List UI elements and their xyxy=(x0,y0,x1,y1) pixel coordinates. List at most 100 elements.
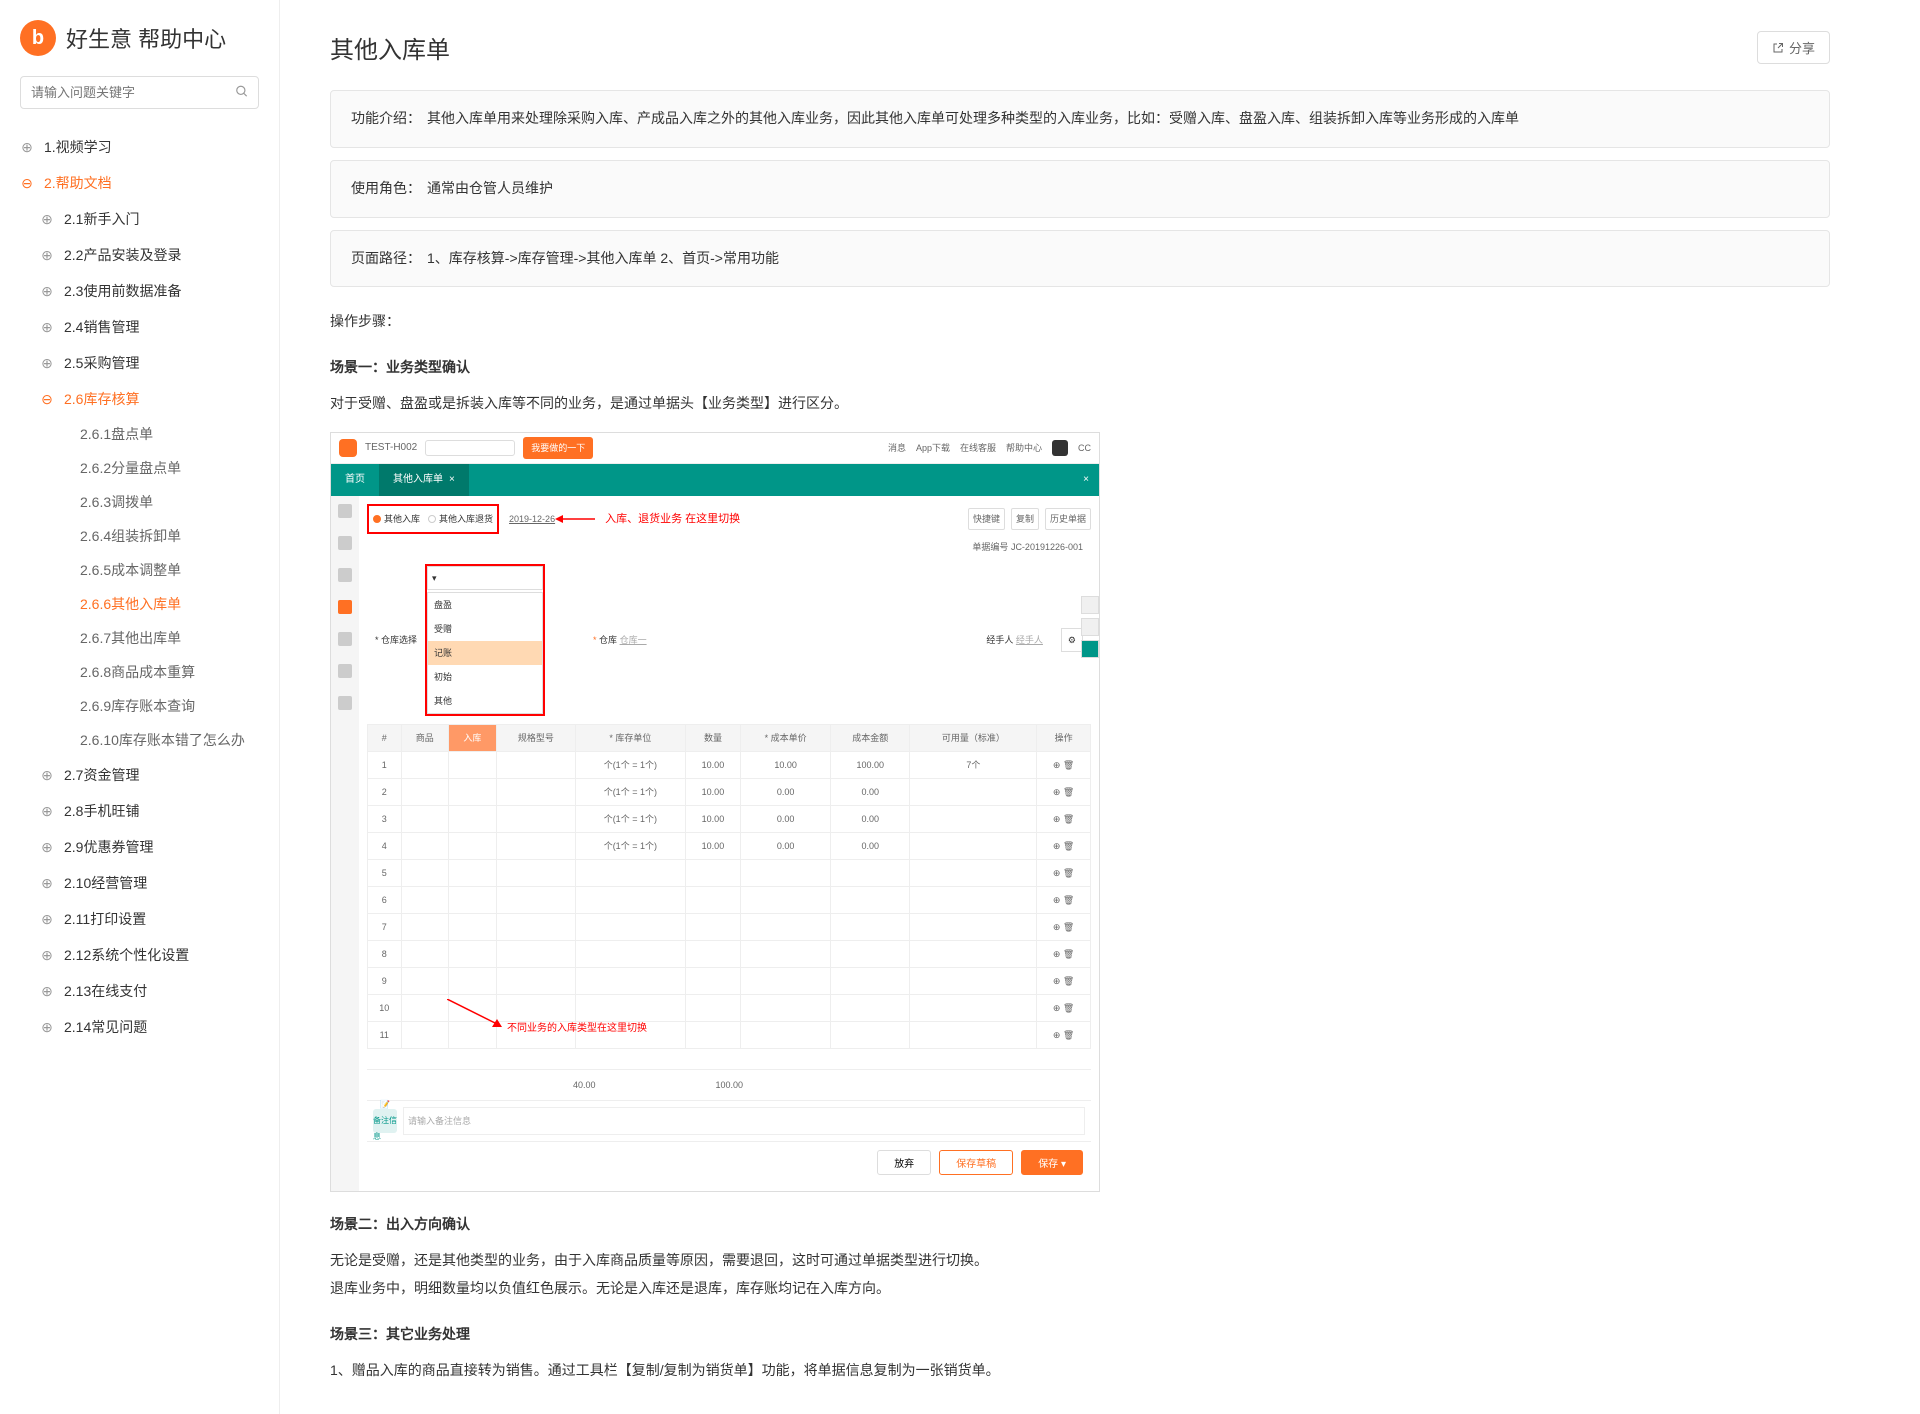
emb-body: 其他入库 其他入库退货 2019-12-26 入库、退货业务 在这里切换 快捷键… xyxy=(331,496,1099,1191)
remark-icon: 📝备注信息 xyxy=(373,1109,397,1133)
scene3-title: 场景三：其它业务处理 xyxy=(330,1320,1830,1348)
nav-item-video[interactable]: ⊕1.视频学习 xyxy=(20,129,259,165)
nav-item-2-1[interactable]: ⊕2.1新手入门 xyxy=(40,201,259,237)
emb-warehouse-label: * 仓库选择 xyxy=(375,631,417,649)
scene1-text: 对于受赠、盘盈或是拆装入库等不同的业务，是通过单据头【业务类型】进行区分。 xyxy=(330,389,1830,417)
search-input[interactable] xyxy=(20,76,259,109)
main-content: 其他入库单 分享 功能介绍： 其他入库单用来处理除采购入库、产成品入库之外的其他入… xyxy=(280,0,1880,1414)
nav-item-2-6-3[interactable]: 2.6.3调拨单 xyxy=(80,485,259,519)
nav-item-2-5[interactable]: ⊕2.5采购管理 xyxy=(40,345,259,381)
share-button[interactable]: 分享 xyxy=(1757,31,1830,64)
nav-item-2-13[interactable]: ⊕2.13在线支付 xyxy=(40,973,259,1009)
emb-tab-home: 首页 xyxy=(331,464,379,496)
search-box xyxy=(20,76,259,109)
emb-totals: 40.00 100.00 xyxy=(367,1069,1091,1100)
emb-right-icons xyxy=(1081,596,1099,658)
table-row: 5⊕ 🗑 xyxy=(368,860,1091,887)
emb-redbox-type: 其他入库 其他入库退货 xyxy=(367,504,499,534)
emb-tab-close-all: × xyxy=(1073,464,1099,496)
emb-tab-current: 其他入库单× xyxy=(379,464,469,496)
intro-text-3: 1、库存核算->库存管理->其他入库单 2、首页->常用功能 xyxy=(427,250,779,266)
intro-text-2: 通常由仓管人员维护 xyxy=(427,180,553,196)
table-row: 4个(1个 = 1个)10.000.000.00⊕ 🗑 xyxy=(368,833,1091,860)
nav-item-2-6[interactable]: ⊖2.6库存核算 xyxy=(40,381,259,417)
emb-action-btn: 我要做的一下 xyxy=(523,437,593,459)
nav-item-2-6-4[interactable]: 2.6.4组装拆卸单 xyxy=(80,519,259,553)
emb-settings-icon: ⚙ xyxy=(1061,628,1083,652)
intro-label-1: 功能介绍： xyxy=(351,110,421,126)
intro-role: 使用角色： 通常由仓管人员维护 xyxy=(330,160,1830,218)
emb-side-icon-4 xyxy=(338,600,352,614)
logo-text: 好生意 帮助中心 xyxy=(66,22,226,54)
emb-side-icon-3 xyxy=(338,568,352,582)
nav-item-2-6-5[interactable]: 2.6.5成本调整单 xyxy=(80,553,259,587)
intro-text-1: 其他入库单用来处理除采购入库、产成品入库之外的其他入库业务，因此其他入库单可处理… xyxy=(427,110,1519,126)
nav-item-2-6-9[interactable]: 2.6.9库存账本查询 xyxy=(80,689,259,723)
emb-btn-save: 保存 ▾ xyxy=(1021,1150,1083,1175)
nav-item-2-14[interactable]: ⊕2.14常见问题 xyxy=(40,1009,259,1045)
emb-topbar: TEST-H002 我要做的一下 消息 App下载 在线客服 帮助中心 CC xyxy=(331,433,1099,464)
emb-dd-1: 盘盈 xyxy=(428,593,542,617)
embedded-screenshot: TEST-H002 我要做的一下 消息 App下载 在线客服 帮助中心 CC 首… xyxy=(330,432,1100,1192)
nav-item-2-6-8[interactable]: 2.6.8商品成本重算 xyxy=(80,655,259,689)
emb-link-cs: 在线客服 xyxy=(960,439,996,457)
th-in: 入库 xyxy=(449,725,497,752)
nav-item-2-12[interactable]: ⊕2.12系统个性化设置 xyxy=(40,937,259,973)
emb-remark-input: 请输入备注信息 xyxy=(403,1107,1085,1135)
nav-item-2-6-10[interactable]: 2.6.10库存账本错了怎么办 xyxy=(80,723,259,757)
scene2-text1: 无论是受赠，还是其他类型的业务，由于入库商品质量等原因，需要退回，这时可通过单据… xyxy=(330,1246,1830,1274)
scene2-title: 场景二：出入方向确认 xyxy=(330,1210,1830,1238)
table-row: 3个(1个 = 1个)10.000.000.00⊕ 🗑 xyxy=(368,806,1091,833)
emb-annotation-1: 入库、退货业务 在这里切换 xyxy=(605,508,740,530)
emb-side-icon-2 xyxy=(338,536,352,550)
emb-footer: 放弃 保存草稿 保存 ▾ xyxy=(367,1141,1091,1183)
emb-dropdown: 盘盈 受赠 记账 初始 其他 xyxy=(427,592,543,714)
scene3-text1: 1、赠品入库的商品直接转为销售。通过工具栏【复制/复制为销货单】功能，将单据信息… xyxy=(330,1356,1830,1384)
emb-total-qty: 40.00 xyxy=(573,1076,596,1094)
emb-ricon-3 xyxy=(1081,640,1099,658)
nav-item-2-9[interactable]: ⊕2.9优惠券管理 xyxy=(40,829,259,865)
emb-link-app: App下载 xyxy=(916,439,950,457)
emb-logo-icon xyxy=(339,439,357,457)
emb-dd-4: 初始 xyxy=(428,665,542,689)
emb-dd-5: 其他 xyxy=(428,689,542,713)
nav-item-2-7[interactable]: ⊕2.7资金管理 xyxy=(40,757,259,793)
emb-total-amt: 100.00 xyxy=(716,1076,744,1094)
emb-side-icon-6 xyxy=(338,664,352,678)
arrow-icon xyxy=(555,513,595,525)
nav-item-docs[interactable]: ⊖2.帮助文档 xyxy=(20,165,259,201)
nav-item-2-6-2[interactable]: 2.6.2分量盘点单 xyxy=(80,451,259,485)
intro-path: 页面路径：1、库存核算->库存管理->其他入库单 2、首页->常用功能 xyxy=(330,230,1830,288)
scene1-title: 场景一：业务类型确认 xyxy=(330,353,1830,381)
intro-label-2: 使用角色： xyxy=(351,180,421,196)
page-header: 其他入库单 分享 xyxy=(330,30,1830,65)
emb-warehouse-val: * 仓库 仓库一 xyxy=(593,631,647,649)
close-icon: × xyxy=(449,474,455,485)
nav-item-2-11[interactable]: ⊕2.11打印设置 xyxy=(40,901,259,937)
th-amount: 成本金额 xyxy=(831,725,910,752)
nav-item-2-4[interactable]: ⊕2.4销售管理 xyxy=(40,309,259,345)
emb-btn-cancel: 放弃 xyxy=(877,1150,931,1175)
logo-icon: b xyxy=(20,20,56,56)
nav-item-2-8[interactable]: ⊕2.8手机旺铺 xyxy=(40,793,259,829)
nav-item-2-6-6[interactable]: 2.6.6其他入库单 xyxy=(80,587,259,621)
table-row: 1个(1个 = 1个)10.0010.00100.007个⊕ 🗑 xyxy=(368,752,1091,779)
table-row: 7⊕ 🗑 xyxy=(368,914,1091,941)
emb-tabs: 首页 其他入库单× × xyxy=(331,464,1099,496)
nav-item-2-10[interactable]: ⊕2.10经营管理 xyxy=(40,865,259,901)
th-product: 商品 xyxy=(401,725,449,752)
emb-meta: 单据编号 JC-20191226-001 xyxy=(367,534,1091,560)
nav-item-2-6-7[interactable]: 2.6.7其他出库单 xyxy=(80,621,259,655)
emb-side-icon-1 xyxy=(338,504,352,518)
arrow-icon-2 xyxy=(447,999,507,1029)
search-icon[interactable] xyxy=(235,84,249,101)
nav: ⊕1.视频学习 ⊖2.帮助文档 ⊕2.1新手入门 ⊕2.2产品安装及登录 ⊕2.… xyxy=(0,129,279,1045)
th-spec: 规格型号 xyxy=(496,725,575,752)
emb-annotation-2: 不同业务的入库类型在这里切换 xyxy=(507,1019,647,1039)
emb-username: CC xyxy=(1078,439,1091,457)
share-label: 分享 xyxy=(1789,38,1815,57)
nav-item-2-2[interactable]: ⊕2.2产品安装及登录 xyxy=(40,237,259,273)
nav-item-2-6-1[interactable]: 2.6.1盘点单 xyxy=(80,417,259,451)
emb-btn-draft: 保存草稿 xyxy=(939,1150,1013,1175)
nav-item-2-3[interactable]: ⊕2.3使用前数据准备 xyxy=(40,273,259,309)
